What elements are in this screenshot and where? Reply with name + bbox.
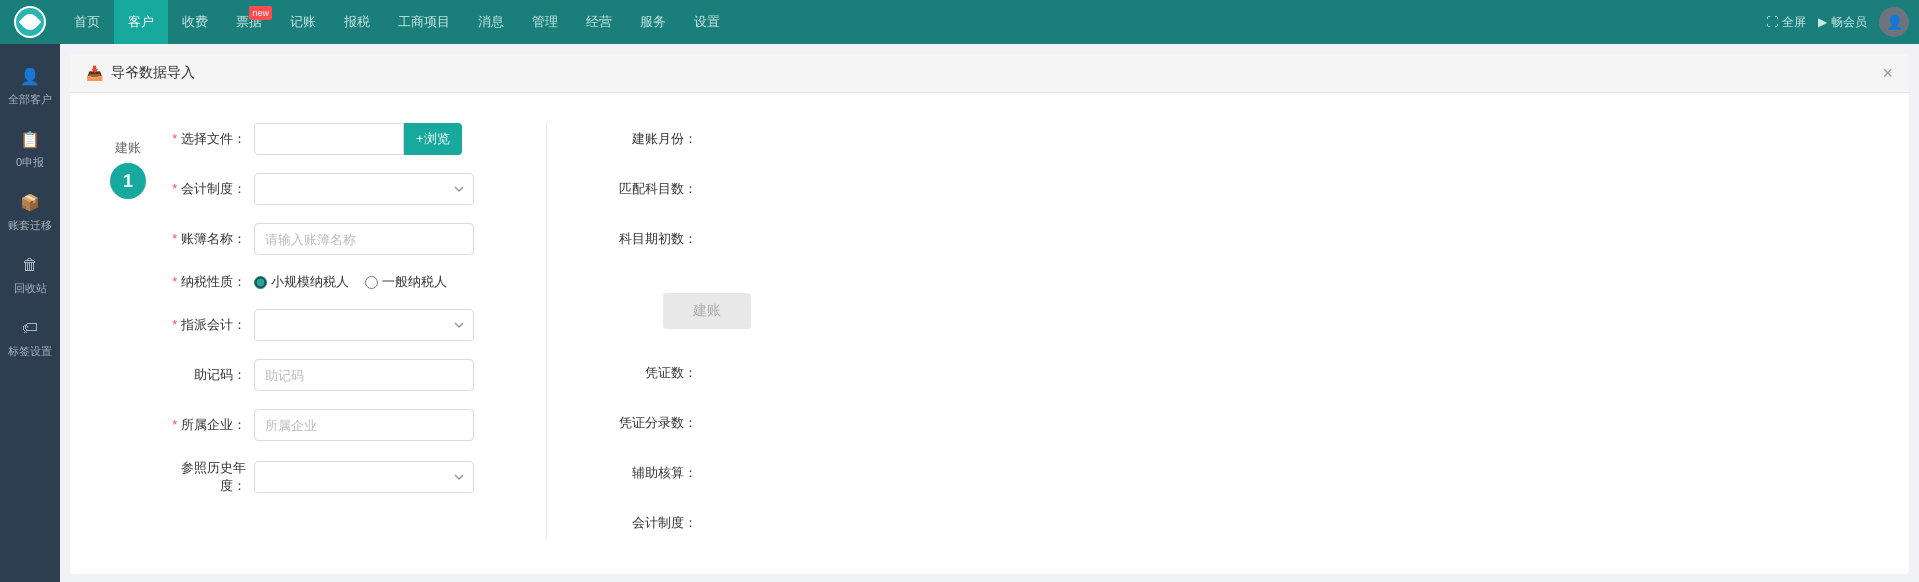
- nav-invoice[interactable]: 票据 new: [222, 0, 276, 44]
- new-badge: new: [249, 6, 272, 20]
- migration-icon: 📦: [18, 190, 42, 214]
- nav-home[interactable]: 首页: [60, 0, 114, 44]
- form-section: 选择文件： +浏览 会计制度：: [166, 123, 486, 495]
- info-aux-label: 辅助核算：: [607, 464, 697, 482]
- browse-button[interactable]: +浏览: [404, 123, 462, 155]
- info-acct-system-label: 会计制度：: [607, 514, 697, 532]
- layout: 👤 全部客户 📋 0申报 📦 账套迁移 🗑 回收站 🏷 标签设置 📥: [0, 44, 1919, 582]
- import-icon: 📥: [86, 65, 103, 81]
- nav-right: ⛶ 全屏 ▶ 畅会员 👤: [1766, 7, 1909, 37]
- step-section: 建账 1 选择文件： +浏览: [110, 123, 486, 539]
- info-aux-row: 辅助核算：: [607, 457, 807, 489]
- file-row: 选择文件： +浏览: [166, 123, 486, 155]
- vertical-divider: [546, 123, 547, 539]
- nav-bookkeeping[interactable]: 记账: [276, 0, 330, 44]
- trash-icon: 🗑: [18, 253, 42, 277]
- accounting-system-select[interactable]: [254, 173, 474, 205]
- nav-settings[interactable]: 设置: [680, 0, 734, 44]
- sidebar-item-recycle[interactable]: 🗑 回收站: [0, 243, 60, 306]
- main-content: 📥 导爷数据导入 × 建账 1 选择文件：: [60, 44, 1919, 582]
- sidebar-item-all-customers[interactable]: 👤 全部客户: [0, 54, 60, 117]
- dialog-close-button[interactable]: ×: [1882, 64, 1893, 82]
- tax-type-small-radio[interactable]: [254, 276, 267, 289]
- info-acct-system-row: 会计制度：: [607, 507, 807, 539]
- info-match-label: 匹配科目数：: [607, 180, 697, 198]
- member-btn[interactable]: ▶ 畅会员: [1818, 14, 1867, 31]
- nav-message[interactable]: 消息: [464, 0, 518, 44]
- info-vouchers-row: 凭证数：: [607, 357, 807, 389]
- nav-manage[interactable]: 管理: [518, 0, 572, 44]
- info-match-row: 匹配科目数：: [607, 173, 807, 205]
- accountant-label: 指派会计：: [166, 316, 246, 334]
- company-label: 所属企业：: [166, 416, 246, 434]
- info-initial-row: 科目期初数：: [607, 223, 807, 255]
- accountant-select[interactable]: [254, 309, 474, 341]
- tax-type-label: 纳税性质：: [166, 273, 246, 291]
- step-circle: 1: [110, 163, 146, 199]
- create-account-button[interactable]: 建账: [663, 293, 751, 329]
- nav-service[interactable]: 服务: [626, 0, 680, 44]
- info-initial-label: 科目期初数：: [607, 230, 697, 248]
- ledger-name-input[interactable]: [254, 223, 474, 255]
- declaration-icon: 📋: [18, 127, 42, 151]
- history-year-select[interactable]: [254, 461, 474, 493]
- logo[interactable]: [10, 2, 50, 42]
- nav-tax[interactable]: 报税: [330, 0, 384, 44]
- info-section: 建账月份： 匹配科目数： 科目期初数： 建账: [607, 123, 807, 539]
- top-nav: 首页 客户 收费 票据 new 记账 报税 工商项目 消息 管理 经营 服务 设…: [0, 0, 1919, 44]
- nav-business[interactable]: 工商项目: [384, 0, 464, 44]
- accounting-system-row: 会计制度：: [166, 173, 486, 205]
- memo-row: 助记码：: [166, 359, 486, 391]
- nav-items: 首页 客户 收费 票据 new 记账 报税 工商项目 消息 管理 经营 服务 设…: [60, 0, 1766, 44]
- dialog-body: 建账 1 选择文件： +浏览: [70, 93, 1909, 569]
- company-input[interactable]: [254, 409, 474, 441]
- sidebar-item-tag-settings[interactable]: 🏷 标签设置: [0, 306, 60, 369]
- dialog-header: 📥 导爷数据导入 ×: [70, 54, 1909, 93]
- file-label: 选择文件：: [166, 130, 246, 148]
- sidebar: 👤 全部客户 📋 0申报 📦 账套迁移 🗑 回收站 🏷 标签设置: [0, 44, 60, 582]
- nav-customer[interactable]: 客户: [114, 0, 168, 44]
- info-entries-row: 凭证分录数：: [607, 407, 807, 439]
- fullscreen-btn[interactable]: ⛶ 全屏: [1766, 14, 1806, 31]
- tax-type-radio-group: 小规模纳税人 一般纳税人: [254, 273, 447, 291]
- info-entries-label: 凭证分录数：: [607, 414, 697, 432]
- dialog-title: 📥 导爷数据导入: [86, 64, 195, 82]
- history-year-row: 参照历史年度：: [166, 459, 486, 495]
- company-row: 所属企业：: [166, 409, 486, 441]
- ledger-name-row: 账簿名称：: [166, 223, 486, 255]
- memo-input[interactable]: [254, 359, 474, 391]
- avatar[interactable]: 👤: [1879, 7, 1909, 37]
- memo-label: 助记码：: [166, 366, 246, 384]
- info-vouchers-label: 凭证数：: [607, 364, 697, 382]
- people-icon: 👤: [18, 64, 42, 88]
- accountant-row: 指派会计：: [166, 309, 486, 341]
- step-label: 建账: [115, 131, 141, 157]
- sidebar-item-account-migration[interactable]: 📦 账套迁移: [0, 180, 60, 243]
- tax-type-general-radio[interactable]: [365, 276, 378, 289]
- ledger-name-label: 账簿名称：: [166, 230, 246, 248]
- accounting-system-label: 会计制度：: [166, 180, 246, 198]
- tax-type-general[interactable]: 一般纳税人: [365, 273, 447, 291]
- tax-type-row: 纳税性质： 小规模纳税人 一般纳税人: [166, 273, 486, 291]
- tag-icon: 🏷: [18, 316, 42, 340]
- file-input-group: +浏览: [254, 123, 462, 155]
- dialog: 📥 导爷数据导入 × 建账 1 选择文件：: [70, 54, 1909, 574]
- file-input[interactable]: [254, 123, 404, 155]
- info-month-row: 建账月份：: [607, 123, 807, 155]
- sidebar-item-zero-declaration[interactable]: 📋 0申报: [0, 117, 60, 180]
- tax-type-small[interactable]: 小规模纳税人: [254, 273, 349, 291]
- info-month-label: 建账月份：: [607, 130, 697, 148]
- nav-operation[interactable]: 经营: [572, 0, 626, 44]
- history-year-label: 参照历史年度：: [166, 459, 246, 495]
- nav-fees[interactable]: 收费: [168, 0, 222, 44]
